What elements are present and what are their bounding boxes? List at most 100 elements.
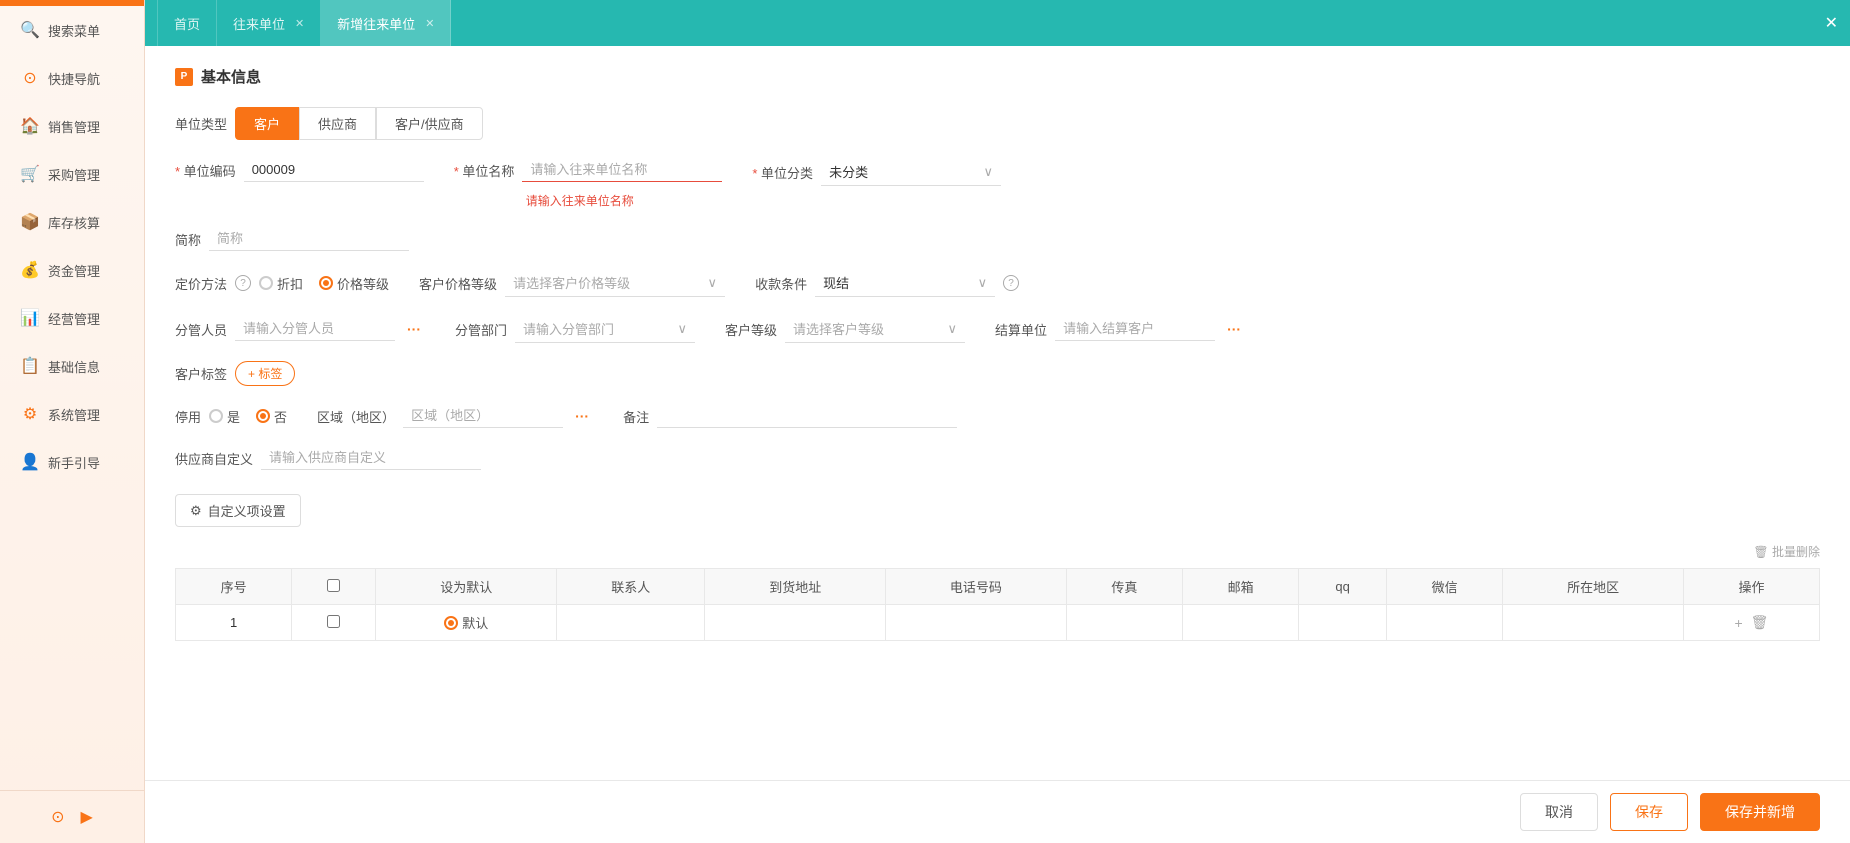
manager-more-btn[interactable]: ··· bbox=[403, 321, 425, 337]
unit-type-label: 单位类型 bbox=[175, 114, 227, 133]
sidebar-item-search[interactable]: 🔍 搜索菜单 bbox=[4, 8, 140, 52]
tab-partner-close[interactable]: ✕ bbox=[295, 17, 304, 30]
disabled-yes-label: 是 bbox=[227, 407, 240, 426]
payment-terms-help-icon[interactable]: ? bbox=[1003, 275, 1019, 291]
table-actions: + 🗑 bbox=[1694, 614, 1809, 631]
payment-terms-chevron: ∨ bbox=[978, 275, 988, 291]
remarks-label: 备注 bbox=[623, 407, 649, 426]
tab-new-partner[interactable]: 新增往来单位 ✕ bbox=[321, 0, 451, 46]
row-checkbox[interactable] bbox=[327, 615, 340, 628]
disabled-no[interactable]: 否 bbox=[256, 407, 287, 426]
unit-name-input[interactable] bbox=[522, 158, 722, 182]
customer-price-level-placeholder: 请选择客户价格等级 bbox=[513, 273, 630, 292]
pricing-method-label: 定价方法 bbox=[175, 274, 227, 293]
pricing-discount[interactable]: 折扣 bbox=[259, 274, 303, 293]
batch-delete-label: 批量删除 bbox=[1772, 545, 1820, 559]
unit-type-both[interactable]: 客户/供应商 bbox=[376, 107, 483, 140]
section-header: P 基本信息 bbox=[175, 66, 1820, 87]
short-name-input[interactable] bbox=[209, 227, 409, 251]
sidebar-bottom-icons: ⊙ ▶ bbox=[0, 799, 144, 835]
col-checkbox bbox=[292, 569, 376, 605]
unit-type-supplier[interactable]: 供应商 bbox=[299, 107, 376, 140]
region-more-btn[interactable]: ··· bbox=[571, 408, 593, 424]
unit-category-select[interactable]: 未分类 ∨ bbox=[821, 158, 1001, 186]
unit-code-input[interactable] bbox=[244, 158, 424, 182]
row-default-radio-circle bbox=[444, 616, 458, 630]
remarks-input[interactable] bbox=[657, 404, 957, 428]
pricing-help-icon[interactable]: ? bbox=[235, 275, 251, 291]
tab-home[interactable]: 首页 bbox=[157, 0, 217, 46]
add-tag-btn[interactable]: + 标签 bbox=[235, 361, 295, 386]
department-select[interactable]: 请输入分管部门 ∨ bbox=[515, 315, 695, 343]
sidebar-top-bar bbox=[0, 0, 144, 6]
col-seq: 序号 bbox=[176, 569, 292, 605]
cell-default: 默认 bbox=[376, 605, 557, 641]
settlement-unit-more-btn[interactable]: ··· bbox=[1223, 321, 1245, 337]
customer-price-level-chevron: ∨ bbox=[708, 275, 718, 291]
tab-bar-close-all[interactable]: ✕ bbox=[1825, 13, 1838, 33]
region-input[interactable] bbox=[403, 404, 563, 428]
batch-delete-btn[interactable]: 🗑 批量删除 bbox=[175, 543, 1820, 560]
disabled-yes[interactable]: 是 bbox=[209, 407, 240, 426]
manager-input[interactable] bbox=[235, 317, 395, 341]
unit-name-label: 单位名称 bbox=[454, 161, 515, 180]
row-default-radio[interactable]: 默认 bbox=[444, 613, 488, 632]
sidebar-item-guide[interactable]: 👤 新手引导 bbox=[4, 440, 140, 484]
nav-icon: ⊙ bbox=[20, 68, 40, 88]
select-all-checkbox[interactable] bbox=[327, 579, 340, 592]
sidebar-item-label: 经营管理 bbox=[48, 309, 100, 328]
cell-fax bbox=[1066, 605, 1182, 641]
cancel-button[interactable]: 取消 bbox=[1520, 793, 1598, 831]
sidebar-item-basic-info[interactable]: 📋 基础信息 bbox=[4, 344, 140, 388]
customer-tags-field: 客户标签 + 标签 bbox=[175, 361, 295, 386]
batch-delete-icon: 🗑 bbox=[1753, 545, 1768, 559]
sidebar-item-operations[interactable]: 📊 经营管理 bbox=[4, 296, 140, 340]
cell-address bbox=[705, 605, 886, 641]
sidebar-bottom-icon-1[interactable]: ⊙ bbox=[51, 807, 64, 827]
customer-price-level-select[interactable]: 请选择客户价格等级 ∨ bbox=[505, 269, 725, 297]
pricing-discount-label: 折扣 bbox=[277, 274, 303, 293]
save-new-button[interactable]: 保存并新增 bbox=[1700, 793, 1820, 831]
pricing-level-radio bbox=[319, 276, 333, 290]
unit-category-field: 单位分类 未分类 ∨ bbox=[752, 158, 1001, 186]
pricing-radio-group: 折扣 价格等级 bbox=[259, 274, 389, 293]
sidebar-item-label: 资金管理 bbox=[48, 261, 100, 280]
payment-terms-select[interactable]: 现结 ∨ bbox=[815, 269, 995, 297]
tab-partner-label: 往来单位 bbox=[233, 14, 285, 33]
disabled-no-radio bbox=[256, 409, 270, 423]
add-row-btn[interactable]: + bbox=[1734, 615, 1742, 631]
settlement-unit-input[interactable] bbox=[1055, 317, 1215, 341]
sidebar-item-label: 销售管理 bbox=[48, 117, 100, 136]
sidebar-bottom-icon-2[interactable]: ▶ bbox=[81, 807, 93, 827]
region-field: 区域（地区） ··· bbox=[317, 404, 593, 428]
sidebar-item-inventory[interactable]: 📦 库存核算 bbox=[4, 200, 140, 244]
sidebar-item-sales[interactable]: 🏠 销售管理 bbox=[4, 104, 140, 148]
pricing-method-field: 定价方法 ? 折扣 价格等级 bbox=[175, 274, 389, 293]
tab-new-partner-label: 新增往来单位 bbox=[337, 14, 415, 33]
save-button[interactable]: 保存 bbox=[1610, 793, 1688, 831]
col-wechat: 微信 bbox=[1387, 569, 1503, 605]
tab-partner[interactable]: 往来单位 ✕ bbox=[217, 0, 321, 46]
custom-settings-btn[interactable]: ⚙ 自定义项设置 bbox=[175, 494, 301, 527]
disabled-yes-radio bbox=[209, 409, 223, 423]
disabled-field: 停用 是 否 bbox=[175, 407, 287, 426]
sidebar-item-finance[interactable]: 💰 资金管理 bbox=[4, 248, 140, 292]
pricing-level[interactable]: 价格等级 bbox=[319, 274, 389, 293]
footer-bar: 取消 保存 保存并新增 bbox=[145, 780, 1850, 843]
supplier-custom-input[interactable] bbox=[261, 446, 481, 470]
cart-icon: 🛒 bbox=[20, 164, 40, 184]
sidebar-item-label: 快捷导航 bbox=[48, 69, 100, 88]
tab-new-partner-close[interactable]: ✕ bbox=[425, 17, 434, 30]
department-placeholder: 请输入分管部门 bbox=[523, 319, 614, 338]
unit-type-customer[interactable]: 客户 bbox=[235, 107, 299, 140]
settlement-unit-label: 结算单位 bbox=[995, 320, 1047, 339]
sidebar: 🔍 搜索菜单 ⊙ 快捷导航 🏠 销售管理 🛒 采购管理 📦 库存核算 💰 资金管… bbox=[0, 0, 145, 843]
unit-category-chevron: ∨ bbox=[984, 164, 994, 180]
cell-qq bbox=[1299, 605, 1387, 641]
sidebar-item-purchase[interactable]: 🛒 采购管理 bbox=[4, 152, 140, 196]
delete-row-btn[interactable]: 🗑 bbox=[1751, 614, 1769, 631]
sidebar-item-quick-nav[interactable]: ⊙ 快捷导航 bbox=[4, 56, 140, 100]
customer-level-select[interactable]: 请选择客户等级 ∨ bbox=[785, 315, 965, 343]
unit-type-group: 客户 供应商 客户/供应商 bbox=[235, 107, 483, 140]
sidebar-item-system[interactable]: ⚙ 系统管理 bbox=[4, 392, 140, 436]
